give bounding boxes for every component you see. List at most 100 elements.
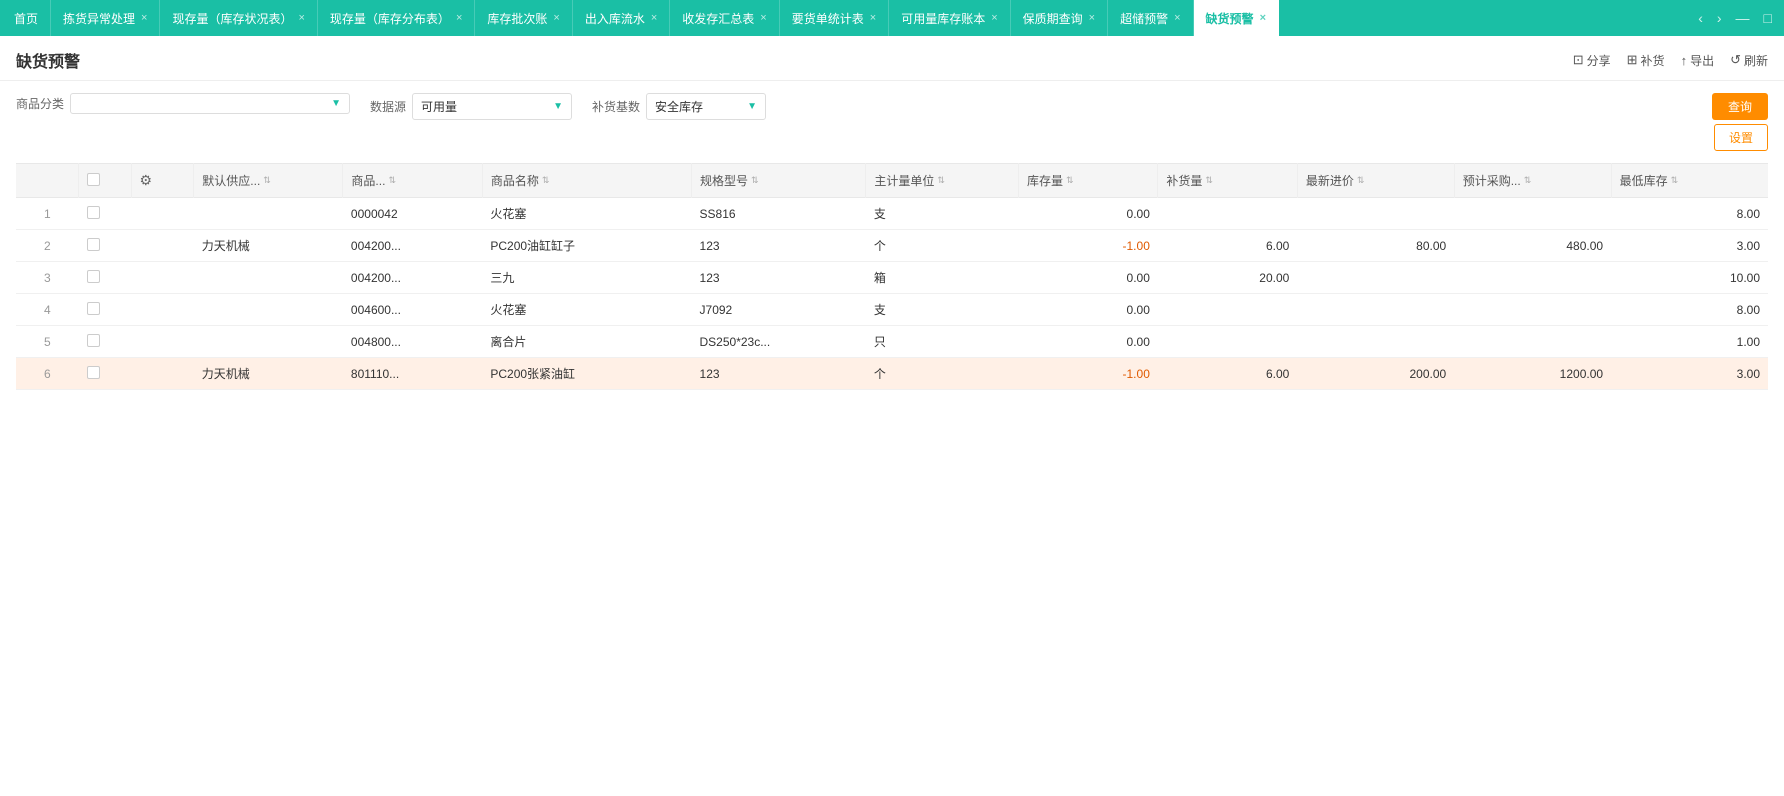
tab-overstock[interactable]: 超储预警 × <box>1108 0 1193 36</box>
replenish-icon: ⊞ <box>1627 52 1638 68</box>
filter-replenish-base: 补货基数 安全库存 ▼ <box>592 93 766 120</box>
query-button[interactable]: 查询 <box>1712 93 1768 120</box>
filter-datasource: 数据源 可用量 ▼ <box>370 93 572 120</box>
datasource-chevron: ▼ <box>553 101 563 112</box>
row-checkbox-cell[interactable] <box>79 262 131 294</box>
export-icon: ↑ <box>1681 53 1688 68</box>
tab-close-expiry-query[interactable]: × <box>1089 12 1095 24</box>
tab-anormal[interactable]: 拣货异常处理 × <box>51 0 160 36</box>
row-code: 0000042 <box>343 198 482 230</box>
row-checkbox-cell[interactable] <box>79 326 131 358</box>
row-name: 火花塞 <box>482 294 691 326</box>
tab-current-status[interactable]: 现存量（库存状况表） × <box>160 0 317 36</box>
row-checkbox[interactable] <box>87 302 100 315</box>
tab-minimize[interactable]: — <box>1730 8 1756 28</box>
tab-maximize[interactable]: □ <box>1758 8 1778 28</box>
tab-close-anormal[interactable]: × <box>141 12 147 24</box>
replenish-base-value: 安全库存 <box>655 98 703 115</box>
table-row: 3 004200... 三九 123 箱 0.00 20.00 10.00 <box>16 262 1768 294</box>
row-spec: 123 <box>692 262 866 294</box>
row-settings-cell <box>131 294 194 326</box>
column-settings-icon[interactable]: ⚙ <box>140 172 153 188</box>
row-index: 2 <box>16 230 79 262</box>
replenish-base-select[interactable]: 安全库存 ▼ <box>646 93 766 120</box>
row-min-stock: 10.00 <box>1611 262 1768 294</box>
tab-batch-account[interactable]: 库存批次账 × <box>475 0 572 36</box>
replenish-action[interactable]: ⊞ 补货 <box>1627 52 1665 69</box>
th-est-purchase[interactable]: 预计采购... ⇅ <box>1454 164 1611 198</box>
row-settings-cell <box>131 198 194 230</box>
refresh-action[interactable]: ↺ 刷新 <box>1730 52 1768 69</box>
tab-close-shortage[interactable]: × <box>1260 12 1266 24</box>
th-unit[interactable]: 主计量单位 ⇅ <box>866 164 1019 198</box>
settings-button[interactable]: 设置 <box>1714 124 1768 151</box>
tab-close-inout-flow[interactable]: × <box>651 12 657 24</box>
tab-close-current-dist[interactable]: × <box>456 12 462 24</box>
row-checkbox-cell[interactable] <box>79 230 131 262</box>
row-stock: 0.00 <box>1018 198 1157 230</box>
row-est-purchase: 480.00 <box>1454 230 1611 262</box>
th-name[interactable]: 商品名称 ⇅ <box>482 164 691 198</box>
tab-close-overstock[interactable]: × <box>1174 12 1180 24</box>
row-name: 火花塞 <box>482 198 691 230</box>
row-stock: -1.00 <box>1018 358 1157 390</box>
row-code: 004800... <box>343 326 482 358</box>
tab-recv-summary[interactable]: 收发存汇总表 × <box>670 0 779 36</box>
datasource-select[interactable]: 可用量 ▼ <box>412 93 572 120</box>
th-supplier[interactable]: 默认供应... ⇅ <box>194 164 343 198</box>
row-est-purchase <box>1454 198 1611 230</box>
th-latest-price[interactable]: 最新进价 ⇅ <box>1297 164 1454 198</box>
tab-inout-flow[interactable]: 出入库流水 × <box>573 0 670 36</box>
sort-stock-icon: ⇅ <box>1066 175 1074 186</box>
th-checkbox[interactable] <box>79 164 131 198</box>
th-min-stock[interactable]: 最低库存 ⇅ <box>1611 164 1768 198</box>
tab-close-current-status[interactable]: × <box>298 12 304 24</box>
row-checkbox[interactable] <box>87 206 100 219</box>
tab-close-order-stat[interactable]: × <box>870 12 876 24</box>
row-checkbox[interactable] <box>87 270 100 283</box>
row-checkbox-cell[interactable] <box>79 198 131 230</box>
tab-expiry-query[interactable]: 保质期查询 × <box>1011 0 1108 36</box>
row-checkbox-cell[interactable] <box>79 358 131 390</box>
tab-close-batch-account[interactable]: × <box>553 12 559 24</box>
th-stock[interactable]: 库存量 ⇅ <box>1018 164 1157 198</box>
tab-nav-right[interactable]: › <box>1711 8 1728 28</box>
tab-shortage[interactable]: 缺货预警 × <box>1194 0 1279 36</box>
main-content: 缺货预警 ⊡ 分享 ⊞ 补货 ↑ 导出 ↺ 刷新 商品分类 <box>0 36 1784 796</box>
row-code: 801110... <box>343 358 482 390</box>
row-latest-price <box>1297 326 1454 358</box>
share-action[interactable]: ⊡ 分享 <box>1573 52 1611 69</box>
row-replenish <box>1158 294 1297 326</box>
replenish-base-chevron: ▼ <box>747 101 757 112</box>
tab-current-dist[interactable]: 现存量（库存分布表） × <box>318 0 475 36</box>
row-checkbox[interactable] <box>87 238 100 251</box>
th-code[interactable]: 商品... ⇅ <box>343 164 482 198</box>
row-replenish: 20.00 <box>1158 262 1297 294</box>
tab-nav-left[interactable]: ‹ <box>1692 8 1709 28</box>
tab-home[interactable]: 首页 <box>2 0 51 36</box>
select-all-checkbox[interactable] <box>87 173 100 186</box>
th-settings[interactable]: ⚙ <box>131 164 194 198</box>
row-supplier <box>194 262 343 294</box>
tab-close-available-ledger[interactable]: × <box>991 12 997 24</box>
row-checkbox[interactable] <box>87 334 100 347</box>
sort-spec-icon: ⇅ <box>751 175 759 186</box>
row-supplier <box>194 198 343 230</box>
sort-unit-icon: ⇅ <box>937 175 945 186</box>
tab-close-recv-summary[interactable]: × <box>760 12 766 24</box>
th-spec[interactable]: 规格型号 ⇅ <box>692 164 866 198</box>
table-row: 1 0000042 火花塞 SS816 支 0.00 8.00 <box>16 198 1768 230</box>
tab-nav-btns: ‹ › — □ <box>1692 8 1782 28</box>
sort-code-icon: ⇅ <box>388 175 396 186</box>
category-select[interactable]: ▼ <box>70 93 350 114</box>
tab-available-ledger[interactable]: 可用量库存账本 × <box>889 0 1010 36</box>
tab-order-stat[interactable]: 要货单统计表 × <box>780 0 889 36</box>
th-replenish[interactable]: 补货量 ⇅ <box>1158 164 1297 198</box>
row-est-purchase: 1200.00 <box>1454 358 1611 390</box>
export-action[interactable]: ↑ 导出 <box>1681 52 1715 69</box>
row-replenish: 6.00 <box>1158 230 1297 262</box>
row-spec: 123 <box>692 230 866 262</box>
row-replenish <box>1158 198 1297 230</box>
row-checkbox-cell[interactable] <box>79 294 131 326</box>
row-checkbox[interactable] <box>87 366 100 379</box>
